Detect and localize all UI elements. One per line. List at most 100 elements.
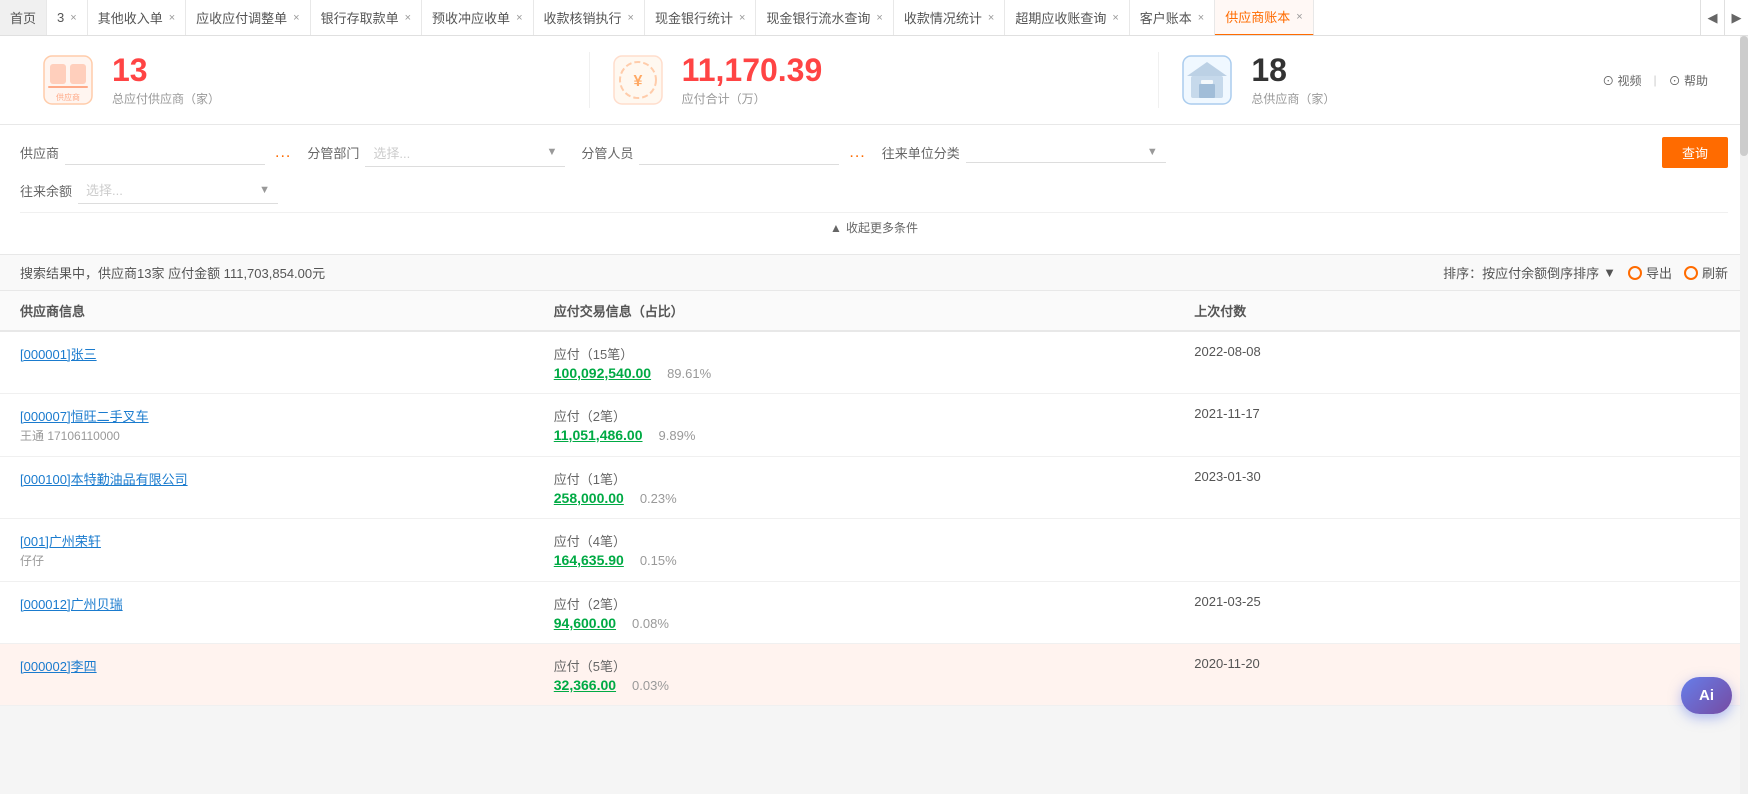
summary-card-total: 18 总供应商（家） ⊙ 视频 | ⊙ 帮助 (1159, 52, 1728, 108)
balance-placeholder: 选择... (86, 180, 259, 199)
help-link[interactable]: ⊙ 帮助 (1669, 72, 1708, 89)
query-button[interactable]: 查询 (1662, 137, 1728, 168)
row2-lastpay: 2021-11-17 (1194, 406, 1514, 421)
filter-person: 分管人员 ... (581, 141, 865, 165)
scrollbar-thumb[interactable] (1740, 36, 1748, 156)
nav-home[interactable]: 首页 (0, 0, 47, 36)
row1-tx-amount[interactable]: 100,092,540.00 (554, 365, 651, 381)
amount-label: 应付合计（万） (682, 90, 823, 107)
nav-ar-ap-adjust[interactable]: 应收应付调整单 × (186, 0, 310, 36)
nav-supplier-book-close[interactable]: × (1296, 11, 1302, 23)
row3-supplier-link[interactable]: [000100]本特勤油品有限公司 (20, 469, 554, 488)
nav-home-label: 首页 (10, 8, 36, 27)
table-row[interactable]: [000002]李四 应付（5笔） 32,366.00 0.03% 2020-1… (0, 644, 1748, 706)
nav-payment-verify-close[interactable]: × (628, 12, 634, 24)
row3-tx-amount[interactable]: 258,000.00 (554, 490, 624, 506)
row1-supplier-link[interactable]: [000001]张三 (20, 344, 554, 363)
row5-tx-amount[interactable]: 94,600.00 (554, 615, 616, 631)
row1-transaction-info: 应付（15笔） 100,092,540.00 89.61% (554, 344, 1195, 381)
nav-cash-bank-stat-close[interactable]: × (739, 12, 745, 24)
top-navigation: 首页 3 × 其他收入单 × 应收应付调整单 × 银行存取款单 × 预收冲应收单… (0, 0, 1748, 36)
summary-text-total: 18 总供应商（家） (1251, 54, 1335, 107)
nav-cash-bank-stat[interactable]: 现金银行统计 × (645, 0, 756, 36)
nav-tab3[interactable]: 3 × (47, 0, 88, 36)
refresh-button[interactable]: 刷新 (1684, 263, 1728, 282)
row4-tx-amount[interactable]: 164,635.90 (554, 552, 624, 568)
refresh-icon (1684, 266, 1698, 280)
nav-receipt-stat-close[interactable]: × (988, 12, 994, 24)
nav-payment-verify[interactable]: 收款核销执行 × (534, 0, 645, 36)
balance-filter-dropdown[interactable]: 选择... ▼ (78, 176, 278, 204)
nav-prepay-ar[interactable]: 预收冲应收单 × (422, 0, 533, 36)
person-filter-input[interactable] (639, 141, 839, 165)
nav-bank-deposit-close[interactable]: × (405, 12, 411, 24)
nav-arrow-left[interactable]: ◀ (1700, 0, 1724, 36)
filter-row-2: 往来余额 选择... ▼ (20, 176, 1728, 204)
ai-button[interactable]: Ai (1681, 677, 1732, 714)
sort-selector[interactable]: 排序：按应付余额倒序排序 ▼ (1443, 263, 1616, 282)
supplier-filter-dots[interactable]: ... (275, 144, 291, 162)
row1-supplier-col: [000001]张三 (20, 344, 554, 363)
nav-customer-book-close[interactable]: × (1198, 12, 1204, 24)
nav-customer-book-label: 客户账本 (1140, 8, 1192, 27)
header-extra (1515, 301, 1729, 320)
row5-tx-label: 应付（2笔） (554, 594, 1195, 613)
row6-lastpay: 2020-11-20 (1194, 656, 1514, 671)
nav-bank-deposit[interactable]: 银行存取款单 × (311, 0, 422, 36)
row4-transaction-info: 应付（4笔） 164,635.90 0.15% (554, 531, 1195, 568)
export-button[interactable]: 导出 (1628, 263, 1672, 282)
row6-tx-amount[interactable]: 32,366.00 (554, 677, 616, 693)
nav-supplier-book[interactable]: 供应商账本 × (1215, 0, 1313, 36)
row2-tx-row: 11,051,486.00 9.89% (554, 425, 1195, 443)
row4-supplier-sub: 仔仔 (20, 552, 554, 569)
row2-supplier-link[interactable]: [000007]恒旺二手叉车 (20, 406, 554, 425)
export-label: 导出 (1646, 263, 1672, 282)
nav-arrow-right[interactable]: ▶ (1724, 0, 1748, 36)
nav-cash-bank-flow-close[interactable]: × (876, 12, 882, 24)
supplier-filter-input[interactable] (65, 141, 265, 165)
category-filter-dropdown[interactable]: ▼ (966, 142, 1166, 163)
summary-card-suppliers: 供应商 13 总应付供应商（家） (20, 52, 590, 108)
row4-tx-pct: 0.15% (640, 553, 677, 568)
sort-arrow-icon: ▼ (1603, 265, 1616, 280)
row6-supplier-col: [000002]李四 (20, 656, 554, 675)
amount-icon: ¥ (610, 52, 666, 108)
nav-tab3-close[interactable]: × (70, 12, 76, 24)
suppliers-value: 13 (112, 54, 220, 86)
table-header: 供应商信息 应付交易信息（占比） 上次付数 (0, 291, 1748, 332)
sort-area: 排序：按应付余额倒序排序 ▼ 导出 刷新 (1443, 263, 1728, 282)
header-lastpay: 上次付数 (1194, 301, 1514, 320)
nav-receipt-stat[interactable]: 收款情况统计 × (894, 0, 1005, 36)
video-link[interactable]: ⊙ 视频 (1602, 72, 1641, 89)
scrollbar-y[interactable] (1740, 36, 1748, 794)
row4-supplier-link[interactable]: [001]广州荣轩 (20, 531, 554, 550)
nav-customer-book[interactable]: 客户账本 × (1130, 0, 1215, 36)
table-row[interactable]: [000007]恒旺二手叉车 王通 17106110000 应付（2笔） 11,… (0, 394, 1748, 457)
row6-last-pay-value: 2020-11-20 (1194, 656, 1260, 671)
row1-tx-pct: 89.61% (667, 366, 711, 381)
table-row[interactable]: [000001]张三 应付（15笔） 100,092,540.00 89.61%… (0, 332, 1748, 394)
nav-ar-ap-adjust-close[interactable]: × (293, 12, 299, 24)
row5-transaction-col: 应付（2笔） 94,600.00 0.08% (554, 594, 1195, 631)
nav-other-income-close[interactable]: × (169, 12, 175, 24)
nav-overdue-ar[interactable]: 超期应收账查询 × (1005, 0, 1129, 36)
table-row[interactable]: [000012]广州贝瑞 应付（2笔） 94,600.00 0.08% 2021… (0, 582, 1748, 644)
collapse-button[interactable]: ▲ 收起更多条件 (20, 212, 1728, 242)
category-filter-label: 往来单位分类 (882, 143, 960, 162)
nav-prepay-ar-close[interactable]: × (516, 12, 522, 24)
export-icon (1628, 266, 1642, 280)
nav-overdue-ar-close[interactable]: × (1112, 12, 1118, 24)
row2-tx-amount[interactable]: 11,051,486.00 (554, 427, 643, 443)
row6-supplier-link[interactable]: [000002]李四 (20, 656, 554, 675)
person-filter-dots[interactable]: ... (849, 144, 865, 162)
table-row[interactable]: [001]广州荣轩 仔仔 应付（4笔） 164,635.90 0.15% (0, 519, 1748, 582)
nav-cash-bank-flow[interactable]: 现金银行流水查询 × (756, 0, 893, 36)
table-row[interactable]: [000100]本特勤油品有限公司 应付（1笔） 258,000.00 0.23… (0, 457, 1748, 519)
nav-cash-bank-stat-label: 现金银行统计 (655, 8, 733, 27)
nav-other-income[interactable]: 其他收入单 × (88, 0, 186, 36)
row5-lastpay: 2021-03-25 (1194, 594, 1514, 609)
dept-filter-dropdown[interactable]: 选择... ▼ (365, 139, 565, 167)
collapse-up-icon: ▲ (830, 221, 842, 235)
row1-tx-row: 100,092,540.00 89.61% (554, 363, 1195, 381)
row5-supplier-link[interactable]: [000012]广州贝瑞 (20, 594, 554, 613)
